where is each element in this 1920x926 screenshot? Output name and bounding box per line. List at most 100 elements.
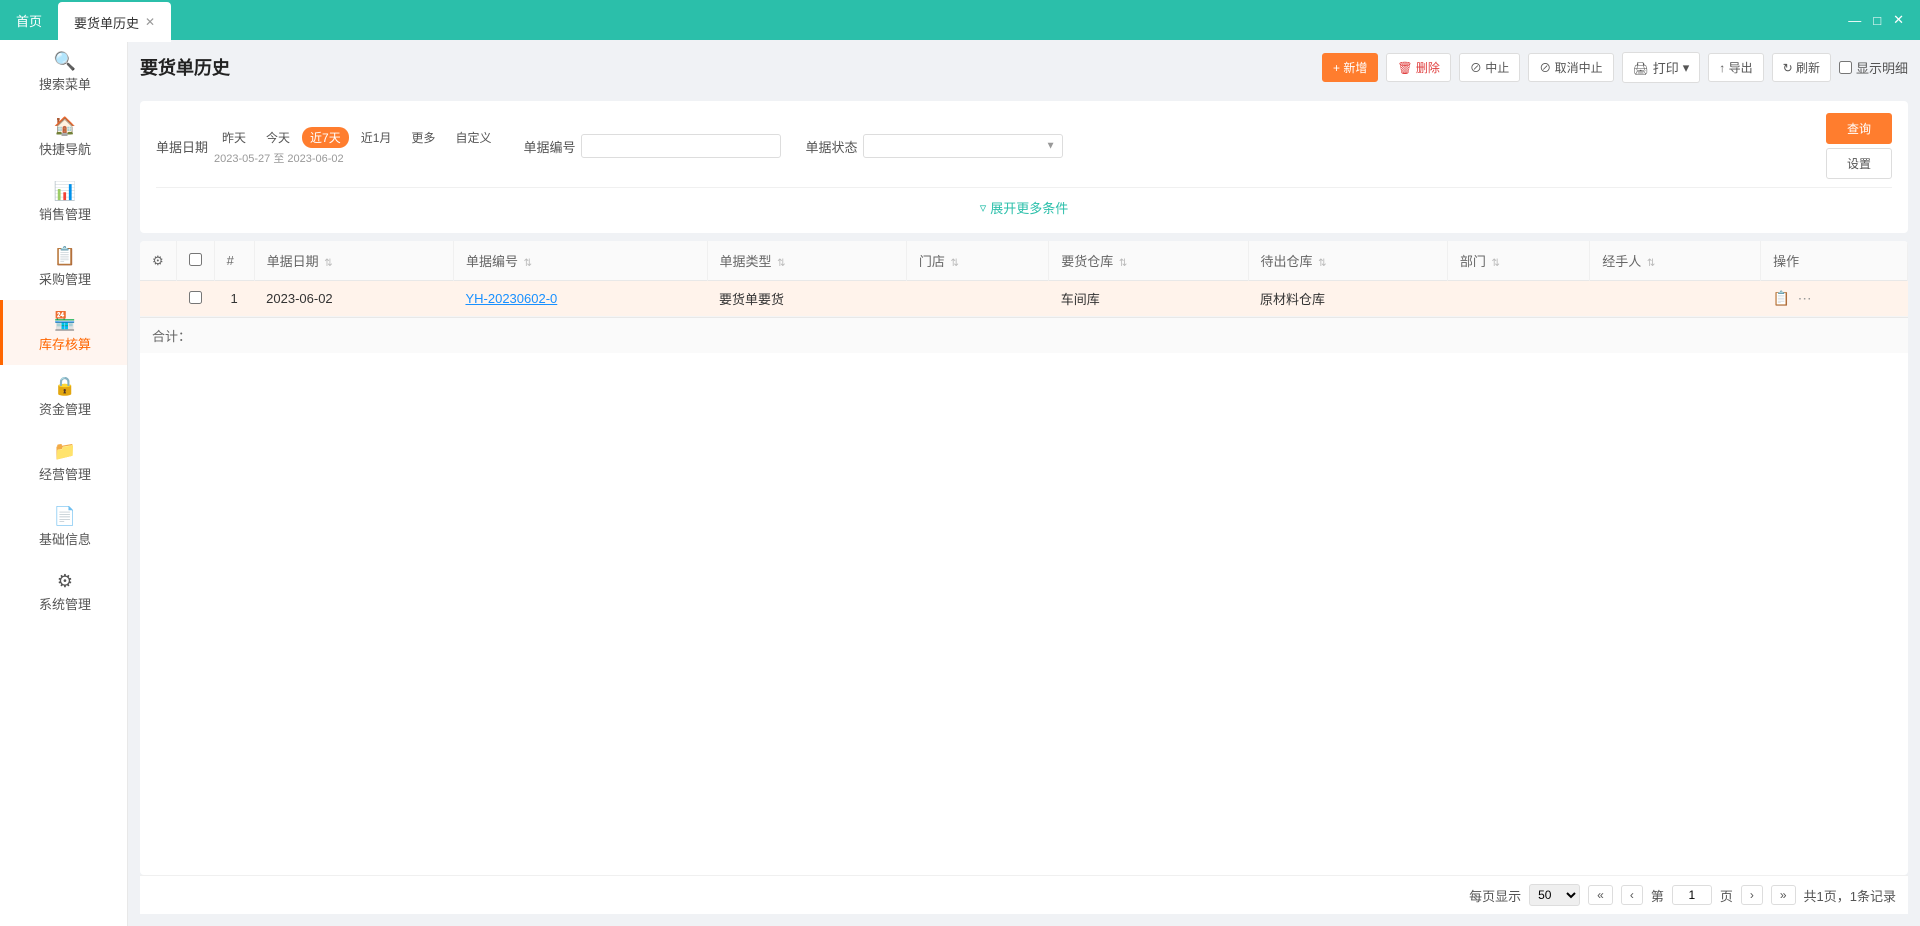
col-department-label: 部门 — [1460, 254, 1486, 269]
col-bill-type[interactable]: 单据类型 ⇅ — [707, 241, 906, 281]
col-req-warehouse[interactable]: 要货仓库 ⇅ — [1049, 241, 1248, 281]
date-pill-custom[interactable]: 自定义 — [447, 127, 499, 148]
col-store[interactable]: 门店 ⇅ — [906, 241, 1048, 281]
row-more-icon[interactable]: ⋯ — [1798, 290, 1812, 306]
tab-requisition-history[interactable]: 要货单历史 ✕ — [58, 2, 171, 42]
tab-close-icon[interactable]: ✕ — [145, 15, 155, 29]
refresh-button[interactable]: ↻ 刷新 — [1772, 53, 1831, 82]
window-close[interactable]: ✕ — [1893, 12, 1904, 28]
sidebar-item-purchase-mgmt-label: 采购管理 — [39, 269, 91, 288]
sidebar-item-inventory-label: 库存核算 — [39, 334, 91, 353]
pagination-bar: 每页显示 50 10 20 100 « ‹ 第 页 › » 共1页，1条记录 — [140, 875, 1908, 914]
col-bill-no[interactable]: 单据编号 ⇅ — [453, 241, 707, 281]
sidebar-item-search-menu-label: 搜索菜单 — [39, 74, 91, 93]
col-bill-no-sort[interactable]: ⇅ — [524, 258, 532, 269]
date-filter-label: 单据日期 — [156, 137, 208, 156]
total-label: 合计： — [152, 326, 191, 345]
col-handler-sort[interactable]: ⇅ — [1647, 258, 1655, 269]
row-store — [906, 281, 1048, 317]
display-detail-toggle[interactable]: 显示明细 — [1839, 58, 1908, 77]
row-req-warehouse: 车间库 — [1049, 281, 1248, 317]
sidebar-item-purchase-mgmt[interactable]: 📋 采购管理 — [0, 235, 127, 300]
col-pending-warehouse-sort[interactable]: ⇅ — [1318, 258, 1326, 269]
row-checkbox-cell — [176, 281, 214, 317]
col-handler-label: 经手人 — [1602, 254, 1641, 269]
print-button[interactable]: 🖨 打印 ▾ — [1622, 52, 1701, 83]
sidebar-item-quick-nav[interactable]: 🏠 快捷导航 — [0, 105, 127, 170]
col-department-sort[interactable]: ⇅ — [1491, 258, 1499, 269]
row-bill-no[interactable]: YH-20230602-0 — [453, 281, 707, 317]
col-bill-date-sort[interactable]: ⇅ — [324, 258, 332, 269]
col-bill-date[interactable]: 单据日期 ⇅ — [254, 241, 453, 281]
export-button[interactable]: ↑ 导出 — [1708, 53, 1763, 82]
display-detail-checkbox[interactable] — [1839, 61, 1852, 74]
col-bill-type-sort[interactable]: ⇅ — [777, 258, 785, 269]
expand-label: 展开更多条件 — [990, 198, 1068, 217]
next-page-button[interactable]: › — [1741, 885, 1763, 905]
status-select[interactable] — [863, 134, 1063, 158]
page-size-select[interactable]: 50 10 20 100 — [1529, 884, 1580, 906]
sidebar-item-finance-mgmt[interactable]: 🔒 资金管理 — [0, 365, 127, 430]
sidebar-item-basic-info[interactable]: 📄 基础信息 — [0, 495, 127, 560]
prev-page-button[interactable]: ‹ — [1621, 885, 1643, 905]
sidebar-item-finance-mgmt-label: 资金管理 — [39, 399, 91, 418]
col-settings[interactable]: ⚙ — [140, 241, 176, 281]
col-department[interactable]: 部门 ⇅ — [1447, 241, 1589, 281]
goto-suffix: 页 — [1720, 886, 1733, 905]
delete-button[interactable]: 🗑 删除 — [1386, 53, 1451, 82]
date-pill-last7[interactable]: 近7天 — [302, 127, 349, 148]
print-dropdown-icon[interactable]: ▾ — [1683, 60, 1690, 76]
date-filter-group: 单据日期 昨天 今天 近7天 近1月 更多 自定义 2023-05-27 至 2… — [156, 127, 499, 166]
col-req-warehouse-label: 要货仓库 — [1061, 254, 1113, 269]
bill-no-input[interactable] — [581, 134, 781, 158]
last-page-button[interactable]: » — [1771, 885, 1796, 905]
col-store-sort[interactable]: ⇅ — [950, 258, 958, 269]
window-minimize[interactable]: — — [1848, 13, 1861, 28]
status-filter-group: 单据状态 — [805, 134, 1063, 158]
bill-no-filter-label: 单据编号 — [523, 137, 575, 156]
status-select-wrapper — [863, 134, 1063, 158]
select-all-checkbox[interactable] — [189, 253, 202, 266]
table-footer: 合计： — [140, 317, 1908, 353]
operations-mgmt-icon: 📁 — [54, 442, 76, 460]
row-checkbox[interactable] — [189, 291, 202, 304]
sales-mgmt-icon: 📊 — [54, 182, 76, 200]
table-area: ⚙ # 单据日期 ⇅ 单据编号 ⇅ — [140, 241, 1908, 875]
date-pill-last1m[interactable]: 近1月 — [353, 127, 400, 148]
sidebar-item-inventory[interactable]: 🏪 库存核算 — [0, 300, 127, 365]
expand-filters-button[interactable]: ▿ 展开更多条件 — [972, 194, 1077, 221]
table-header-row: ⚙ # 单据日期 ⇅ 单据编号 ⇅ — [140, 241, 1908, 281]
tab-home-label: 首页 — [16, 11, 42, 30]
row-num: 1 — [214, 281, 254, 317]
sidebar-item-sales-mgmt-label: 销售管理 — [39, 204, 91, 223]
new-button[interactable]: + 新增 — [1322, 53, 1378, 82]
query-button[interactable]: 查询 — [1826, 113, 1892, 144]
window-controls: — □ ✕ — [1848, 12, 1904, 28]
first-page-button[interactable]: « — [1588, 885, 1613, 905]
col-bill-type-label: 单据类型 — [720, 254, 772, 269]
page-input[interactable] — [1672, 885, 1712, 905]
sidebar-item-sales-mgmt[interactable]: 📊 销售管理 — [0, 170, 127, 235]
page-size-label: 每页显示 — [1469, 886, 1521, 905]
col-pending-warehouse[interactable]: 待出仓库 ⇅ — [1248, 241, 1447, 281]
window-maximize[interactable]: □ — [1873, 13, 1881, 28]
sidebar-item-search-menu[interactable]: 🔍 搜索菜单 — [0, 40, 127, 105]
date-pill-yesterday[interactable]: 昨天 — [214, 127, 254, 148]
sidebar-item-system-mgmt[interactable]: ⚙ 系统管理 — [0, 560, 127, 625]
row-bill-date: 2023-06-02 — [254, 281, 453, 317]
sidebar-item-operations-mgmt[interactable]: 📁 经营管理 — [0, 430, 127, 495]
table-settings-icon[interactable]: ⚙ — [152, 253, 164, 268]
date-pill-more[interactable]: 更多 — [403, 127, 443, 148]
toolbar: + 新增 🗑 删除 ⊘ 中止 ⊘ 取消中止 🖨 打印 ▾ ↑ 导出 ↻ 刷新 显… — [1322, 52, 1908, 83]
sidebar-item-quick-nav-label: 快捷导航 — [39, 139, 91, 158]
expand-icon: ▿ — [980, 200, 987, 216]
col-handler[interactable]: 经手人 ⇅ — [1590, 241, 1761, 281]
row-edit-icon[interactable]: 📋 — [1773, 290, 1790, 306]
suspend-button[interactable]: ⊘ 中止 — [1459, 53, 1520, 82]
search-menu-icon: 🔍 — [54, 52, 76, 70]
date-pill-today[interactable]: 今天 — [258, 127, 298, 148]
tab-home[interactable]: 首页 — [0, 0, 58, 40]
settings-filter-button[interactable]: 设置 — [1826, 148, 1892, 179]
unsuspend-button[interactable]: ⊘ 取消中止 — [1528, 53, 1613, 82]
col-req-warehouse-sort[interactable]: ⇅ — [1119, 258, 1127, 269]
